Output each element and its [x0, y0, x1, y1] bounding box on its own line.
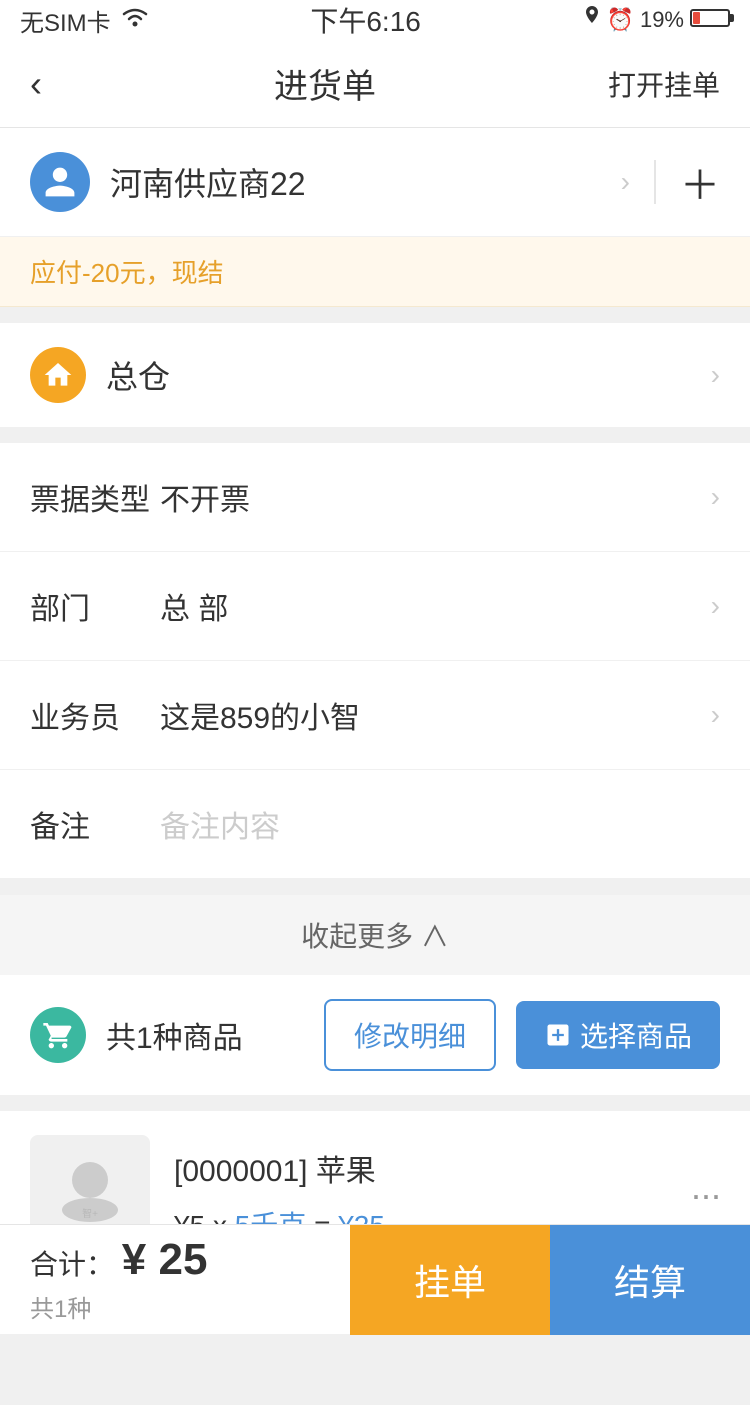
invoice-row[interactable]: 票据类型 不开票 › [0, 443, 750, 552]
status-left: 无SIM卡 [20, 3, 149, 38]
product-more-button[interactable]: ··· [690, 1174, 720, 1216]
invoice-value: 不开票 [160, 475, 711, 519]
total-label: 合计： [30, 1249, 114, 1280]
collapse-bar[interactable]: 收起更多 ∧ [0, 895, 750, 975]
page-title: 进货单 [274, 59, 376, 108]
product-code: [0000001] [174, 1155, 307, 1188]
department-row[interactable]: 部门 总 部 › [0, 552, 750, 661]
salesman-row[interactable]: 业务员 这是859的小智 › [0, 661, 750, 770]
nav-bar: ‹ 进货单 打开挂单 [0, 40, 750, 128]
salesman-label: 业务员 [30, 693, 160, 737]
bottom-bar: 合计： ¥ 25 共1种 挂单 结算 [0, 1224, 750, 1334]
status-right: ⏰ 19% [583, 6, 730, 34]
supplier-divider [654, 160, 656, 204]
battery-icon [690, 7, 730, 33]
supplier-section: 河南供应商22 › ＋ 应付-20元，现结 [0, 128, 750, 307]
add-supplier-button[interactable]: ＋ [680, 153, 720, 211]
products-header: 共1种商品 修改明细 选择商品 [0, 975, 750, 1095]
select-product-label: 选择商品 [580, 1015, 692, 1055]
salesman-chevron-icon: › [711, 699, 720, 731]
hang-button[interactable]: 挂单 [350, 1225, 550, 1335]
open-hang-button[interactable]: 打开挂单 [608, 64, 720, 104]
warehouse-chevron-icon: › [711, 359, 720, 391]
svg-text:智+: 智+ [82, 1207, 98, 1220]
checkout-button[interactable]: 结算 [550, 1225, 750, 1335]
warehouse-row[interactable]: 总仓 › [0, 323, 750, 427]
form-section: 票据类型 不开票 › 部门 总 部 › 业务员 这是859的小智 › 备注 备注… [0, 443, 750, 879]
location-icon [583, 6, 601, 34]
department-label: 部门 [30, 584, 160, 628]
products-icon [30, 1007, 86, 1063]
status-time: 下午6:16 [310, 0, 421, 40]
product-name: [0000001] 苹果 [174, 1146, 666, 1190]
warehouse-name: 总仓 [106, 352, 711, 398]
back-button[interactable]: ‹ [30, 63, 42, 105]
warehouse-icon [30, 347, 86, 403]
battery-percent: 19% [640, 7, 684, 33]
product-title: 苹果 [316, 1155, 376, 1188]
bottom-summary: 合计： ¥ 25 共1种 [0, 1235, 350, 1324]
note-input[interactable]: 备注内容 [160, 802, 720, 846]
supplier-chevron-icon: › [621, 166, 630, 198]
invoice-label: 票据类型 [30, 475, 160, 519]
supplier-row[interactable]: 河南供应商22 › ＋ [0, 128, 750, 237]
edit-detail-button[interactable]: 修改明细 [324, 999, 496, 1071]
total-amount: ¥ 25 [122, 1235, 208, 1284]
invoice-chevron-icon: › [711, 481, 720, 513]
note-row[interactable]: 备注 备注内容 [0, 770, 750, 879]
wifi-icon [121, 6, 149, 34]
supplier-avatar [30, 152, 90, 212]
department-chevron-icon: › [711, 590, 720, 622]
products-count: 共1种商品 [106, 1013, 304, 1057]
total-count: 共1种 [30, 1289, 320, 1324]
carrier-text: 无SIM卡 [20, 3, 111, 38]
note-label: 备注 [30, 802, 160, 846]
alarm-icon: ⏰ [607, 7, 634, 33]
supplier-name: 河南供应商22 [110, 159, 621, 205]
supplier-alert: 应付-20元，现结 [0, 237, 750, 307]
department-value: 总 部 [160, 584, 711, 628]
salesman-value: 这是859的小智 [160, 693, 711, 737]
warehouse-section: 总仓 › [0, 323, 750, 427]
status-bar: 无SIM卡 下午6:16 ⏰ 19% [0, 0, 750, 40]
select-product-button[interactable]: 选择商品 [516, 1001, 720, 1069]
